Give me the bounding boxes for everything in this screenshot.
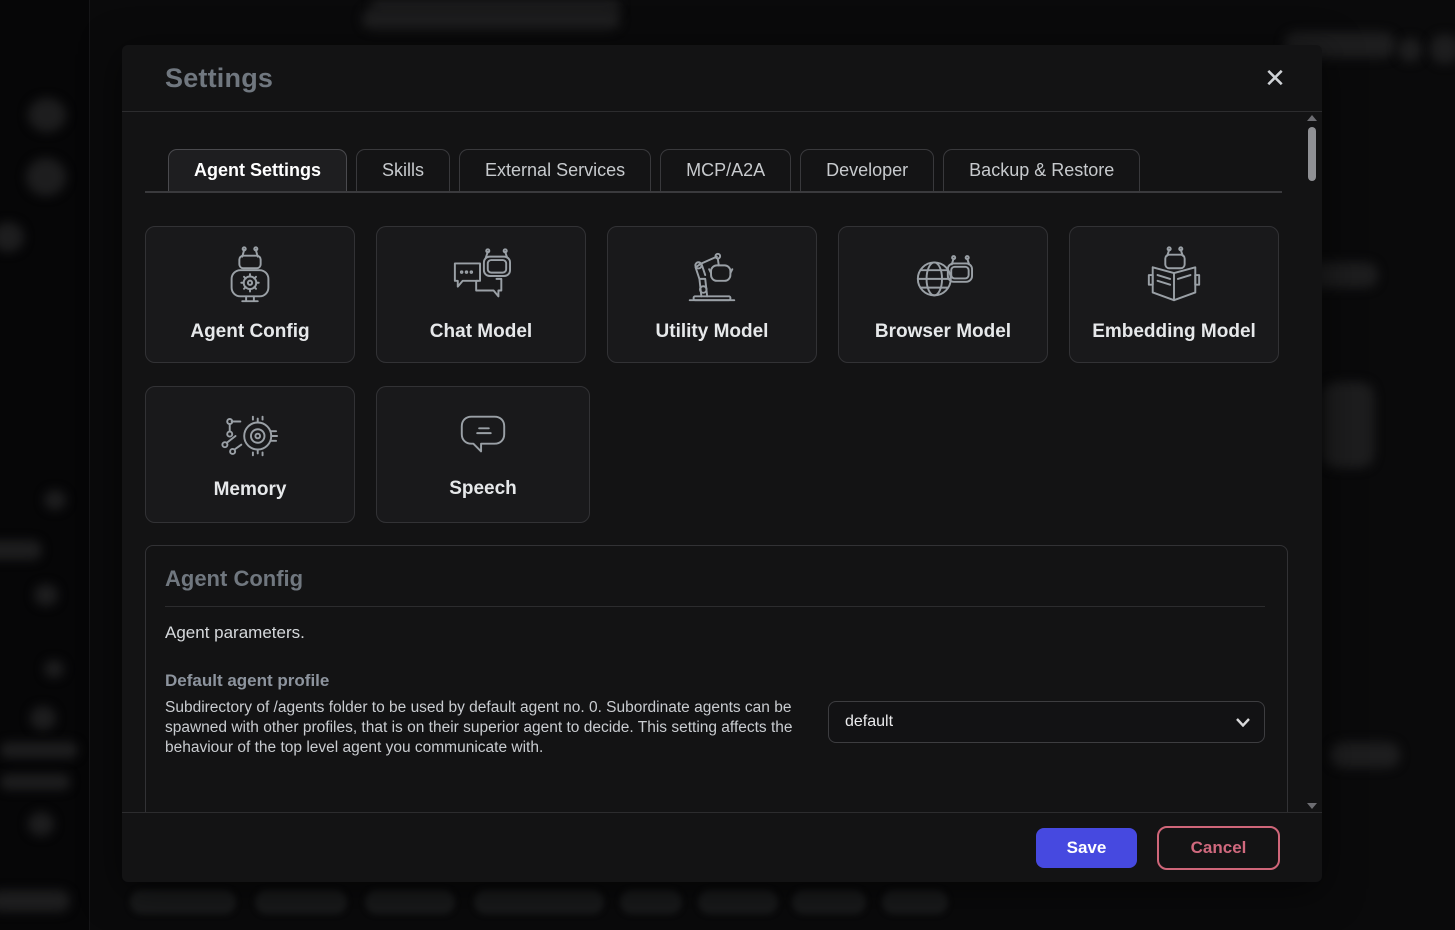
blurred-avatar — [1398, 38, 1422, 62]
card-label: Memory — [214, 479, 287, 501]
blurred-chip — [255, 890, 347, 914]
blurred-chip — [792, 890, 866, 914]
cancel-button[interactable]: Cancel — [1157, 826, 1280, 870]
card-speech[interactable]: Speech — [376, 386, 590, 523]
card-label: Agent Config — [190, 321, 309, 343]
modal-footer: Save Cancel — [122, 812, 1322, 882]
blurred-chip — [130, 890, 236, 914]
scroll-down-icon[interactable] — [1307, 803, 1317, 809]
card-label: Browser Model — [875, 321, 1011, 343]
tab-skills[interactable]: Skills — [356, 149, 450, 191]
blurred-chip — [620, 890, 682, 914]
card-embedding-model[interactable]: Embedding Model — [1069, 226, 1279, 363]
card-label: Speech — [449, 478, 517, 500]
close-icon[interactable]: ✕ — [1258, 61, 1292, 95]
save-button[interactable]: Save — [1036, 828, 1137, 868]
modal-header: Settings ✕ — [122, 45, 1322, 112]
circuit-gear-icon — [218, 408, 282, 469]
modal-body: Agent Settings Skills External Services … — [122, 112, 1322, 812]
card-utility-model[interactable]: Utility Model — [607, 226, 817, 363]
scroll-track[interactable] — [1307, 125, 1317, 799]
blurred-chip — [474, 890, 604, 914]
blurred-element — [1322, 382, 1374, 468]
blurred-avatar — [1430, 34, 1455, 64]
blurred-chip — [698, 890, 778, 914]
card-agent-config[interactable]: Agent Config — [145, 226, 355, 363]
robot-arm-icon — [680, 246, 744, 311]
tab-bar: Agent Settings Skills External Services … — [145, 149, 1282, 193]
card-browser-model[interactable]: Browser Model — [838, 226, 1048, 363]
blurred-element — [1330, 742, 1400, 768]
book-robot-icon — [1143, 246, 1205, 311]
select-value: default — [845, 713, 893, 731]
tab-developer[interactable]: Developer — [800, 149, 934, 191]
settings-modal: Settings ✕ Agent Settings Skills Externa… — [122, 45, 1322, 882]
card-label: Utility Model — [656, 321, 769, 343]
chevron-down-icon — [1236, 718, 1250, 727]
section-title: Agent Config — [165, 566, 1265, 607]
chat-robot-icon — [449, 246, 513, 311]
scroll-thumb[interactable] — [1308, 127, 1316, 181]
tab-backup-restore[interactable]: Backup & Restore — [943, 149, 1140, 191]
scroll-up-icon[interactable] — [1307, 115, 1317, 121]
tab-agent-settings[interactable]: Agent Settings — [168, 149, 347, 191]
modal-title: Settings — [165, 63, 273, 94]
tab-mcp-a2a[interactable]: MCP/A2A — [660, 149, 791, 191]
blurred-chip — [882, 890, 948, 914]
speech-bubble-icon — [454, 409, 512, 468]
settings-card-grid: Agent Config Chat Model — [145, 226, 1282, 523]
field-label: Default agent profile — [165, 671, 813, 691]
globe-robot-icon — [911, 246, 975, 311]
card-label: Chat Model — [430, 321, 532, 343]
tab-external-services[interactable]: External Services — [459, 149, 651, 191]
field-description: Subdirectory of /agents folder to be use… — [165, 698, 813, 758]
card-memory[interactable]: Memory — [145, 386, 355, 523]
blurred-chip — [365, 890, 455, 914]
blurred-banner — [362, 8, 620, 30]
card-chat-model[interactable]: Chat Model — [376, 226, 586, 363]
agent-config-section: Agent Config Agent parameters. Default a… — [145, 545, 1288, 812]
card-label: Embedding Model — [1092, 321, 1256, 343]
modal-scrollbar[interactable] — [1306, 115, 1318, 809]
left-sidebar — [0, 0, 90, 930]
agent-profile-select[interactable]: default — [828, 701, 1265, 743]
robot-gear-icon — [219, 246, 281, 311]
field-default-agent-profile: Default agent profile Subdirectory of /a… — [165, 671, 1265, 758]
section-description: Agent parameters. — [165, 607, 1265, 657]
